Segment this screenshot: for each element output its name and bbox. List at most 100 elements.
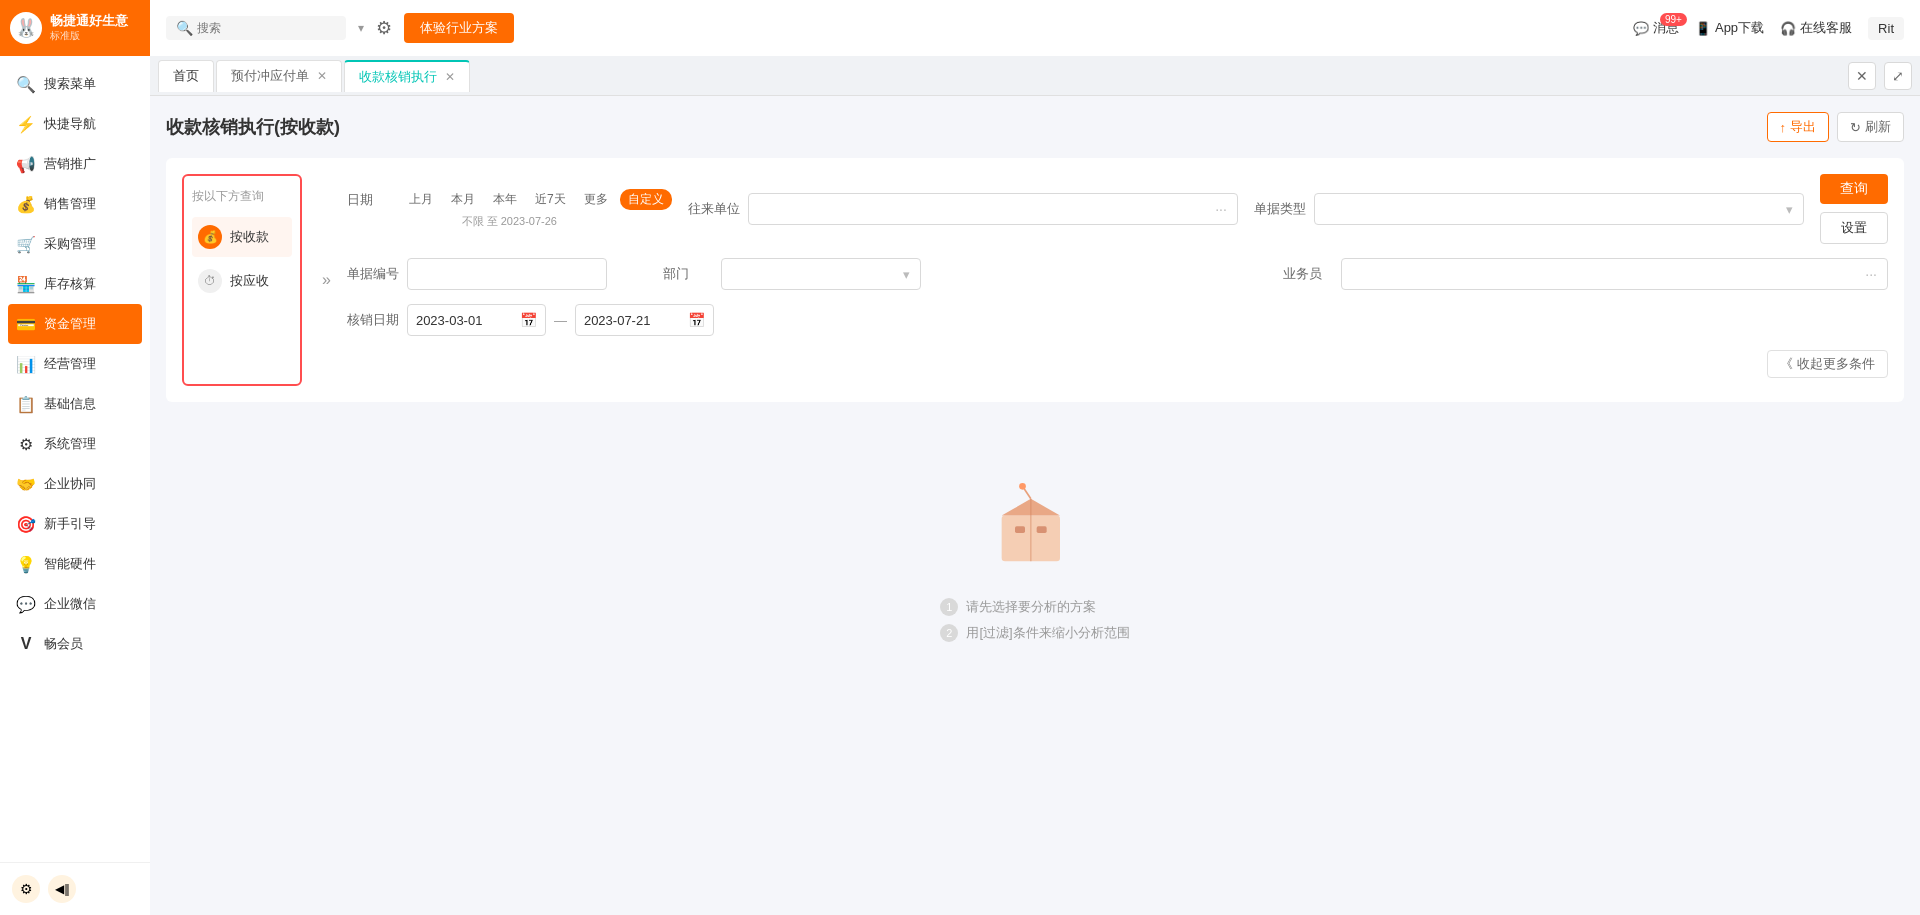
salesman-more-icon[interactable]: ··· <box>1865 266 1877 282</box>
message-button[interactable]: 💬 消息 99+ <box>1633 19 1679 37</box>
marketing-icon: 📢 <box>16 154 36 174</box>
this-month-btn[interactable]: 本月 <box>445 189 481 210</box>
sidebar: 🐰 畅捷通好生意 标准版 🔍 搜索菜单 ⚡ 快捷导航 📢 营销推广 💰 销售管理… <box>0 0 150 915</box>
verification-start-date-input[interactable] <box>416 313 516 328</box>
sidebar-item-hardware[interactable]: 💡 智能硬件 <box>0 544 150 584</box>
last-month-btn[interactable]: 上月 <box>403 189 439 210</box>
close-all-tabs-button[interactable]: ✕ <box>1848 62 1876 90</box>
sidebar-item-quick[interactable]: ⚡ 快捷导航 <box>0 104 150 144</box>
query-option-by-collection[interactable]: 💰 按收款 <box>192 217 292 257</box>
phone-icon: 📱 <box>1695 21 1711 36</box>
date-quick-buttons: 上月 本月 本年 近7天 更多 自定义 <box>403 189 672 210</box>
content-area: 收款核销执行(按收款) ↑ 导出 ↻ 刷新 按以下方查询 💰 按收款 <box>150 96 1920 915</box>
filter-panel: 按以下方查询 💰 按收款 ⏱ 按应收 » 日期 <box>166 158 1904 402</box>
sidebar-item-operations[interactable]: 📊 经营管理 <box>0 344 150 384</box>
collapse-query-sidebar-button[interactable]: » <box>322 174 331 386</box>
industry-solution-button[interactable]: 体验行业方案 <box>404 13 514 43</box>
sidebar-item-system[interactable]: ⚙ 系统管理 <box>0 424 150 464</box>
dropdown-arrow-icon[interactable]: ▾ <box>358 21 364 35</box>
logo-icon: 🐰 <box>10 12 42 44</box>
doc-number-field: 单据编号 <box>347 258 647 290</box>
message-icon: 💬 <box>1633 21 1649 36</box>
query-sidebar-title: 按以下方查询 <box>192 188 292 205</box>
finance-icon: 💳 <box>16 314 36 334</box>
refresh-icon: ↻ <box>1850 120 1861 135</box>
main-area: 🔍 ▾ ⚙ 体验行业方案 💬 消息 99+ 📱 App下载 🎧 在线客服 Rit <box>150 0 1920 915</box>
member-icon: V <box>16 634 36 654</box>
user-menu-button[interactable]: Rit <box>1868 17 1904 40</box>
filter-row-1: 日期 上月 本月 本年 近7天 更多 自定义 不限 至 2023-07-26 <box>347 174 1888 244</box>
doc-type-dropdown-icon: ▾ <box>1786 202 1793 217</box>
export-button[interactable]: ↑ 导出 <box>1767 112 1830 142</box>
counterparty-label: 往来单位 <box>688 200 740 218</box>
tab-prepay[interactable]: 预付冲应付单 ✕ <box>216 60 342 92</box>
settings-button[interactable]: 设置 <box>1820 212 1888 244</box>
expand-button[interactable]: ⤢ <box>1884 62 1912 90</box>
verification-end-date-wrap[interactable]: 📅 <box>575 304 714 336</box>
sidebar-item-label: 搜索菜单 <box>44 75 96 93</box>
topbar-right: 💬 消息 99+ 📱 App下载 🎧 在线客服 Rit <box>1633 17 1904 40</box>
filter-row-2: 单据编号 部门 ▾ 业务员 ··· <box>347 258 1888 290</box>
sidebar-item-label: 资金管理 <box>44 315 96 333</box>
last-7days-btn[interactable]: 近7天 <box>529 189 572 210</box>
tab-home[interactable]: 首页 <box>158 60 214 92</box>
sidebar-item-label: 快捷导航 <box>44 115 96 133</box>
page-header: 收款核销执行(按收款) ↑ 导出 ↻ 刷新 <box>166 112 1904 142</box>
this-year-btn[interactable]: 本年 <box>487 189 523 210</box>
sidebar-item-sales[interactable]: 💰 销售管理 <box>0 184 150 224</box>
dept-field: 部门 ▾ <box>663 258 1268 290</box>
collapse-sidebar-icon[interactable]: ◀‖ <box>48 875 76 903</box>
query-option-by-receivable[interactable]: ⏱ 按应收 <box>192 261 292 301</box>
sales-icon: 💰 <box>16 194 36 214</box>
tab-prepay-close-icon[interactable]: ✕ <box>317 69 327 83</box>
sidebar-item-label: 营销推广 <box>44 155 96 173</box>
empty-hint-1: 1 请先选择要分析的方案 <box>940 598 1129 616</box>
export-icon: ↑ <box>1780 120 1787 135</box>
topbar-search-box[interactable]: 🔍 <box>166 16 346 40</box>
sidebar-item-marketing[interactable]: 📢 营销推广 <box>0 144 150 184</box>
refresh-button[interactable]: ↻ 刷新 <box>1837 112 1904 142</box>
wechat-icon: 💬 <box>16 594 36 614</box>
query-sidebar: 按以下方查询 💰 按收款 ⏱ 按应收 <box>182 174 302 386</box>
verification-date-field: 核销日期 📅 — 📅 <box>347 304 1888 336</box>
end-date-calendar-icon[interactable]: 📅 <box>688 312 705 328</box>
sidebar-item-collab[interactable]: 🤝 企业协同 <box>0 464 150 504</box>
search-input[interactable] <box>197 21 317 35</box>
verification-end-date-input[interactable] <box>584 313 684 328</box>
sidebar-item-finance[interactable]: 💳 资金管理 <box>8 304 142 344</box>
verification-start-date-wrap[interactable]: 📅 <box>407 304 546 336</box>
tab-collection[interactable]: 收款核销执行 ✕ <box>344 60 470 92</box>
dept-dropdown-icon: ▾ <box>903 267 910 282</box>
empty-illustration <box>985 478 1085 578</box>
sidebar-item-guide[interactable]: 🎯 新手引导 <box>0 504 150 544</box>
collapse-more-button[interactable]: 《 收起更多条件 <box>1767 350 1888 378</box>
hint-number-2: 2 <box>940 624 958 642</box>
doc-number-input[interactable] <box>407 258 607 290</box>
online-service-button[interactable]: 🎧 在线客服 <box>1780 19 1852 37</box>
sidebar-item-label: 企业微信 <box>44 595 96 613</box>
page-actions: ↑ 导出 ↻ 刷新 <box>1767 112 1905 142</box>
settings-bottom-icon[interactable]: ⚙ <box>12 875 40 903</box>
query-button[interactable]: 查询 <box>1820 174 1888 204</box>
app-download-button[interactable]: 📱 App下载 <box>1695 19 1764 37</box>
purchase-icon: 🛒 <box>16 234 36 254</box>
collection-option-icon: 💰 <box>198 225 222 249</box>
sidebar-item-purchase[interactable]: 🛒 采购管理 <box>0 224 150 264</box>
doc-type-field: 单据类型 ▾ <box>1254 193 1804 225</box>
counterparty-more-icon[interactable]: ··· <box>1215 201 1227 217</box>
sidebar-item-search[interactable]: 🔍 搜索菜单 <box>0 64 150 104</box>
sidebar-item-label: 新手引导 <box>44 515 96 533</box>
tab-collection-close-icon[interactable]: ✕ <box>445 70 455 84</box>
topbar-gear-icon[interactable]: ⚙ <box>376 17 392 39</box>
sidebar-item-member[interactable]: V 畅会员 <box>0 624 150 664</box>
logo-text: 畅捷通好生意 <box>50 13 128 29</box>
sidebar-item-wechat[interactable]: 💬 企业微信 <box>0 584 150 624</box>
custom-date-badge: 自定义 <box>620 189 672 210</box>
sidebar-item-inventory[interactable]: 🏪 库存核算 <box>0 264 150 304</box>
more-date-btn[interactable]: 更多 <box>578 189 614 210</box>
start-date-calendar-icon[interactable]: 📅 <box>520 312 537 328</box>
logo-area: 🐰 畅捷通好生意 标准版 <box>0 0 150 56</box>
operations-icon: 📊 <box>16 354 36 374</box>
search-nav-icon: 🔍 <box>16 74 36 94</box>
sidebar-item-basic[interactable]: 📋 基础信息 <box>0 384 150 424</box>
